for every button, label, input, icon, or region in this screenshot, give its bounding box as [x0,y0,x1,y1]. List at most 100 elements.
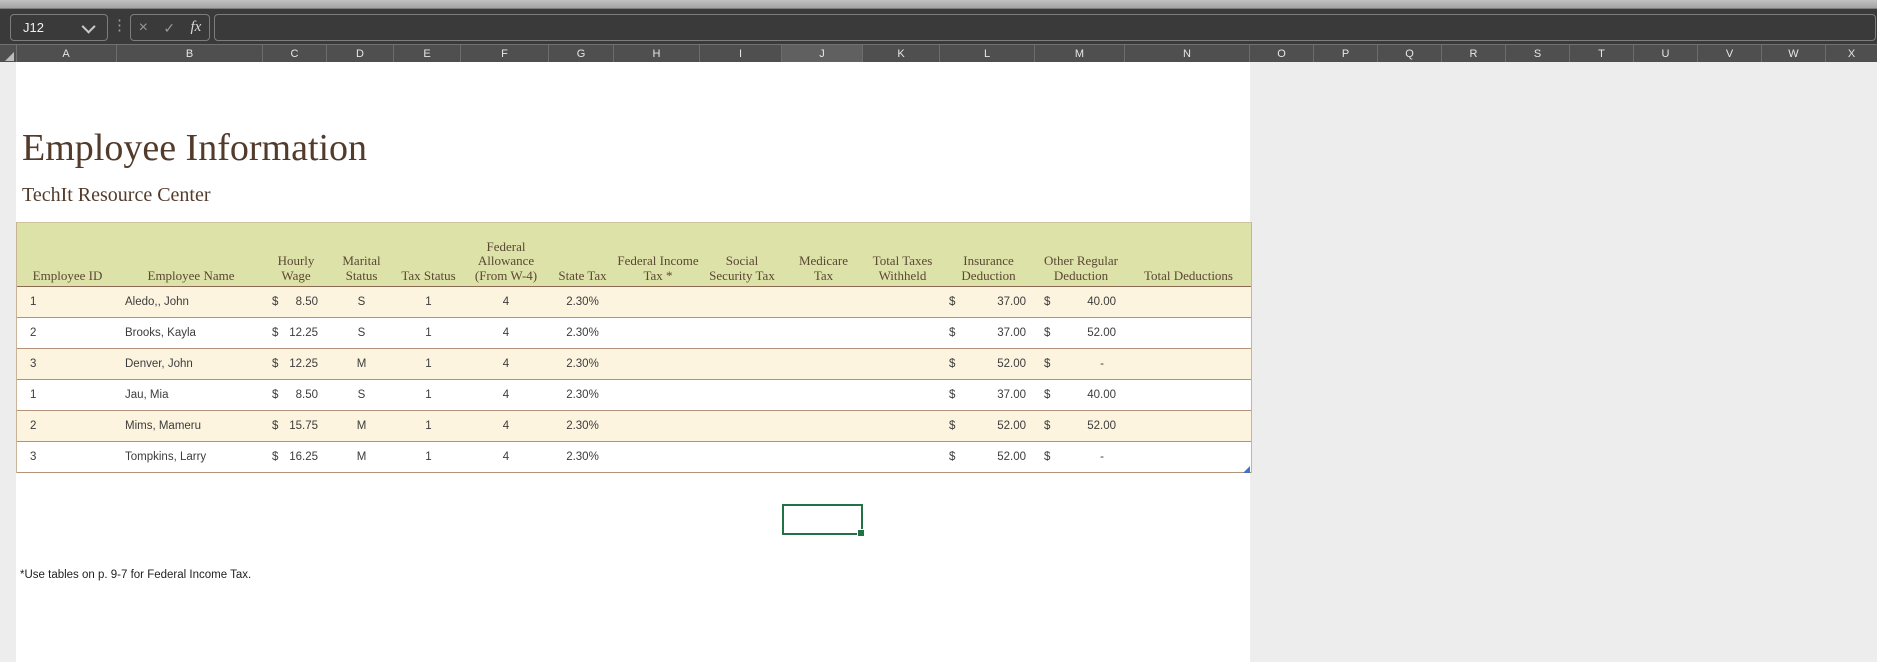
table-header-marital-status[interactable]: Marital Status [328,223,395,288]
cell-marital-status[interactable]: S [328,380,395,410]
cell-hourly-wage[interactable]: $12.25 [264,318,328,348]
cell-federal-income-tax[interactable] [615,411,701,441]
cell-hourly-wage[interactable]: $8.50 [264,380,328,410]
cell-other-regular-deduction[interactable]: $52.00 [1036,411,1126,441]
table-header-federal-allowance-from-w-4[interactable]: Federal Allowance (From W-4) [462,223,550,288]
cell-marital-status[interactable]: M [328,349,395,379]
name-box[interactable]: J12 [10,14,108,41]
cell-total-deductions[interactable] [1126,442,1251,472]
footnote-cell[interactable]: *Use tables on p. 9-7 for Federal Income… [20,569,251,581]
cancel-icon[interactable]: × [139,19,148,36]
cell-medicare-tax[interactable] [783,349,864,379]
cell-insurance-deduction[interactable]: $52.00 [941,349,1036,379]
column-header-L[interactable]: L [940,45,1035,63]
cell-employee-name[interactable]: Aledo,, John [118,287,264,317]
cell-federal-allowance[interactable]: 4 [462,442,550,472]
table-header-medicare-tax[interactable]: Medicare Tax [783,223,864,288]
table-header-social-security-tax[interactable]: Social Security Tax [701,223,783,288]
cell-total-taxes-withheld[interactable] [864,349,941,379]
cell-total-taxes-withheld[interactable] [864,442,941,472]
cell-employee-id[interactable]: 3 [17,442,118,472]
cell-medicare-tax[interactable] [783,380,864,410]
cell-marital-status[interactable]: M [328,411,395,441]
cell-employee-id[interactable]: 1 [17,287,118,317]
cell-total-taxes-withheld[interactable] [864,318,941,348]
column-header-E[interactable]: E [394,45,461,63]
cell-tax-status[interactable]: 1 [395,287,462,317]
cell-federal-allowance[interactable]: 4 [462,380,550,410]
cell-tax-status[interactable]: 1 [395,349,462,379]
cell-federal-income-tax[interactable] [615,380,701,410]
column-header-I[interactable]: I [700,45,782,63]
cell-state-tax[interactable]: 2.30% [550,442,615,472]
column-header-N[interactable]: N [1125,45,1250,63]
column-header-F[interactable]: F [461,45,549,63]
cell-tax-status[interactable]: 1 [395,380,462,410]
column-header-C[interactable]: C [263,45,327,63]
cell-medicare-tax[interactable] [783,318,864,348]
table-header-total-deductions[interactable]: Total Deductions [1126,223,1251,288]
cell-social-security-tax[interactable] [701,442,783,472]
cell-employee-name[interactable]: Brooks, Kayla [118,318,264,348]
sheet-title-cell[interactable]: Employee Information [22,126,367,170]
table-header-state-tax[interactable]: State Tax [550,223,615,288]
cell-state-tax[interactable]: 2.30% [550,318,615,348]
table-header-hourly-wage[interactable]: Hourly Wage [264,223,328,288]
cell-tax-status[interactable]: 1 [395,442,462,472]
cell-other-regular-deduction[interactable]: $ - [1036,442,1126,472]
cell-total-taxes-withheld[interactable] [864,287,941,317]
cell-hourly-wage[interactable]: $15.75 [264,411,328,441]
insert-function-icon[interactable]: fx [190,20,201,35]
cell-other-regular-deduction[interactable]: $ - [1036,349,1126,379]
cell-marital-status[interactable]: S [328,287,395,317]
cell-marital-status[interactable]: M [328,442,395,472]
selected-cell-J12[interactable] [782,504,865,537]
select-all-button[interactable] [0,45,17,63]
cell-federal-allowance[interactable]: 4 [462,349,550,379]
table-resize-handle[interactable] [1243,466,1250,473]
cell-insurance-deduction[interactable]: $37.00 [941,318,1036,348]
cell-federal-income-tax[interactable] [615,349,701,379]
column-header-M[interactable]: M [1035,45,1125,63]
cell-employee-name[interactable]: Mims, Mameru [118,411,264,441]
cell-insurance-deduction[interactable]: $37.00 [941,380,1036,410]
cell-hourly-wage[interactable]: $16.25 [264,442,328,472]
column-header-W[interactable]: W [1762,45,1826,63]
cell-social-security-tax[interactable] [701,318,783,348]
table-header-employee-id[interactable]: Employee ID [17,223,118,288]
column-header-R[interactable]: R [1442,45,1506,63]
column-header-T[interactable]: T [1570,45,1634,63]
sheet-subtitle-cell[interactable]: TechIt Resource Center [22,184,211,207]
cell-other-regular-deduction[interactable]: $40.00 [1036,380,1126,410]
cell-federal-income-tax[interactable] [615,442,701,472]
table-header-federal-income-tax[interactable]: Federal Income Tax * [615,223,701,288]
column-header-G[interactable]: G [549,45,614,63]
cell-total-deductions[interactable] [1126,411,1251,441]
cell-federal-income-tax[interactable] [615,287,701,317]
cell-other-regular-deduction[interactable]: $40.00 [1036,287,1126,317]
cell-tax-status[interactable]: 1 [395,318,462,348]
cell-state-tax[interactable]: 2.30% [550,287,615,317]
column-header-D[interactable]: D [327,45,394,63]
cell-employee-name[interactable]: Tompkins, Larry [118,442,264,472]
cell-employee-id[interactable]: 1 [17,380,118,410]
fill-handle[interactable] [857,529,865,537]
cell-federal-income-tax[interactable] [615,318,701,348]
cell-federal-allowance[interactable]: 4 [462,318,550,348]
cell-state-tax[interactable]: 2.30% [550,349,615,379]
column-header-H[interactable]: H [614,45,700,63]
cell-employee-id[interactable]: 2 [17,411,118,441]
cell-employee-name[interactable]: Denver, John [118,349,264,379]
cell-federal-allowance[interactable]: 4 [462,411,550,441]
column-header-B[interactable]: B [117,45,263,63]
column-header-A[interactable]: A [16,45,117,63]
table-header-total-taxes-withheld[interactable]: Total Taxes Withheld [864,223,941,288]
column-header-U[interactable]: U [1634,45,1698,63]
cell-federal-allowance[interactable]: 4 [462,287,550,317]
cell-insurance-deduction[interactable]: $37.00 [941,287,1036,317]
cell-marital-status[interactable]: S [328,318,395,348]
cell-employee-name[interactable]: Jau, Mia [118,380,264,410]
cell-insurance-deduction[interactable]: $52.00 [941,411,1036,441]
column-header-V[interactable]: V [1698,45,1762,63]
cell-employee-id[interactable]: 3 [17,349,118,379]
